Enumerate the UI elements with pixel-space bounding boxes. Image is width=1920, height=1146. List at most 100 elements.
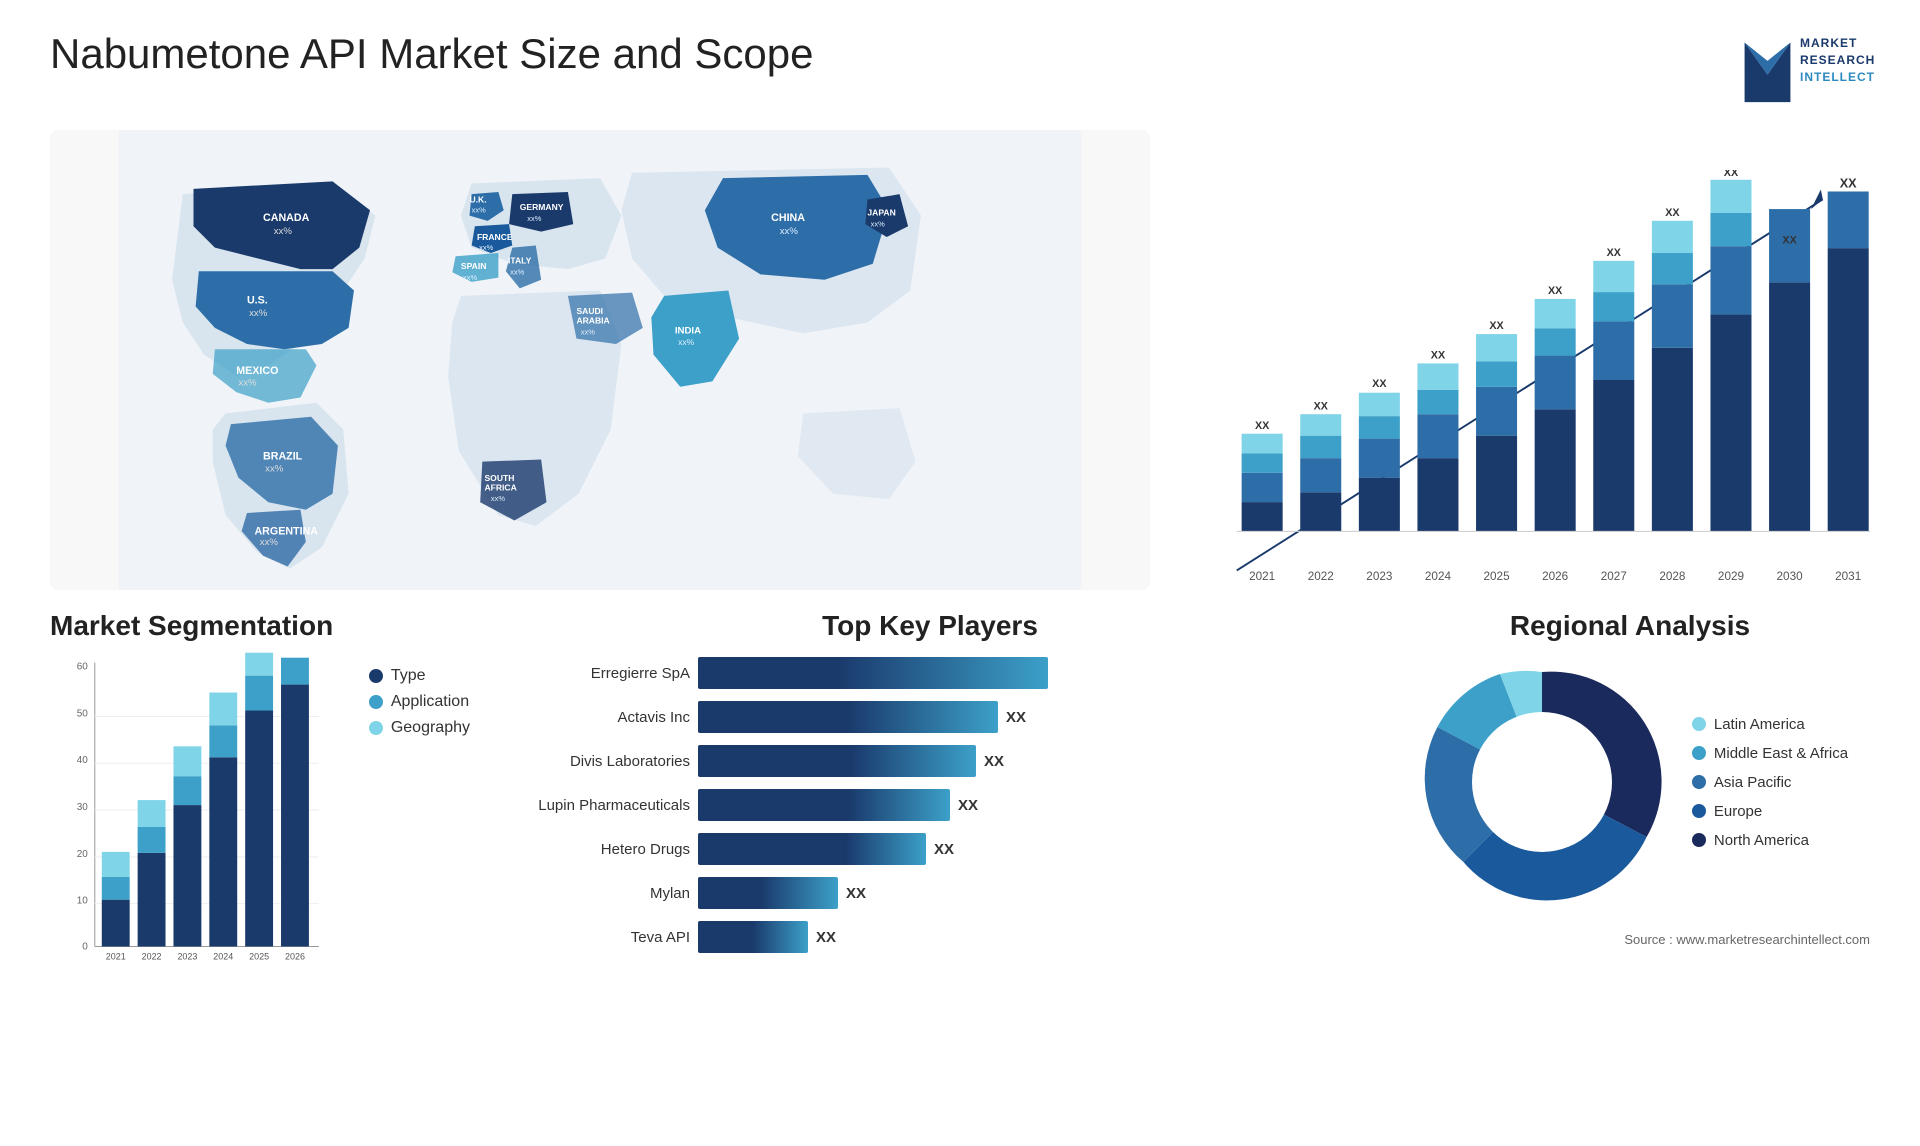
player-bar-teva: [698, 921, 808, 953]
year-2030: 2030: [1777, 570, 1804, 583]
player-bar-lupin: [698, 789, 950, 821]
year-2024: 2024: [1425, 570, 1452, 583]
legend-asia: Asia Pacific: [1692, 774, 1848, 791]
mexico-label: MEXICO: [236, 365, 278, 377]
brazil-label: BRAZIL: [263, 450, 303, 462]
player-name-lupin: Lupin Pharmaceuticals: [490, 797, 690, 814]
mea-label: Middle East & Africa: [1714, 745, 1848, 762]
application-label: Application: [391, 693, 469, 711]
player-bar-wrap-lupin: XX: [698, 789, 1370, 821]
europe-label: Europe: [1714, 803, 1762, 820]
bottom-section: Market Segmentation 0 10 20 30 40 50 60: [50, 610, 1870, 1116]
india-label: INDIA: [675, 325, 701, 336]
year-2029: 2029: [1718, 570, 1744, 583]
india-sub: xx%: [678, 337, 695, 347]
player-xx-lupin: XX: [958, 797, 978, 814]
seg-chart: 0 10 20 30 40 50 60: [50, 652, 329, 992]
saudi-label: SAUDI: [576, 306, 603, 316]
seg-year-2021: 2021: [106, 951, 126, 961]
bar-xx-2026: XX: [1548, 285, 1563, 297]
players-container: Top Key Players Erregierre SpA Actavis I…: [490, 610, 1370, 1116]
uk-label: U.K.: [469, 195, 486, 205]
mea-dot: [1692, 746, 1706, 760]
svg-text:40: 40: [77, 755, 89, 766]
player-row-divis: Divis Laboratories XX: [490, 745, 1370, 777]
player-bar-wrap-hetero: XX: [698, 833, 1370, 865]
logo-icon: [1740, 30, 1795, 110]
header: Nabumetone API Market Size and Scope MAR…: [50, 30, 1870, 110]
player-xx-hetero: XX: [934, 841, 954, 858]
southafrica-label: SOUTH: [484, 473, 514, 483]
player-bar-mylan: [698, 877, 838, 909]
seg-legend: Type Application Geography: [369, 667, 470, 737]
svg-text:50: 50: [77, 708, 89, 719]
north-america-label: North America: [1714, 832, 1809, 849]
italy-label: ITALY: [508, 256, 532, 266]
uk-sub: xx%: [472, 205, 486, 214]
year-2027: 2027: [1601, 570, 1627, 583]
geography-label: Geography: [391, 719, 470, 737]
logo-text: MARKET RESEARCH INTELLECT: [1800, 35, 1870, 85]
spain-label: SPAIN: [461, 261, 486, 271]
map-container: CANADA xx% U.S. xx% MEXICO xx% BRAZIL xx…: [50, 130, 1150, 590]
player-row-lupin: Lupin Pharmaceuticals XX: [490, 789, 1370, 821]
year-2025: 2025: [1484, 570, 1511, 583]
seg-year-2026: 2026: [285, 951, 305, 961]
top-section: CANADA xx% U.S. xx% MEXICO xx% BRAZIL xx…: [50, 130, 1870, 590]
seg-legend-application: Application: [369, 693, 470, 711]
player-row-mylan: Mylan XX: [490, 877, 1370, 909]
player-bar-actavis: [698, 701, 998, 733]
bar-xx-2025: XX: [1489, 320, 1504, 332]
brazil-sub: xx%: [265, 463, 284, 474]
china-sub: xx%: [780, 226, 799, 237]
saudi-sub: xx%: [581, 327, 595, 336]
bar-chart-container: XX 2021 XX 2022 XX 2023: [1170, 130, 1870, 590]
player-row-teva: Teva API XX: [490, 921, 1370, 953]
seg-year-2025: 2025: [249, 951, 269, 961]
bar-xx-2031: XX: [1840, 177, 1857, 191]
spain-sub: xx%: [463, 273, 477, 282]
canada-sub: xx%: [274, 226, 293, 237]
type-dot: [369, 669, 383, 683]
regional-title: Regional Analysis: [1390, 610, 1870, 642]
italy-sub: xx%: [510, 267, 524, 276]
year-2031: 2031: [1835, 570, 1861, 583]
segmentation-container: Market Segmentation 0 10 20 30 40 50 60: [50, 610, 470, 1116]
seg-year-2022: 2022: [142, 951, 162, 961]
regional-legend: Latin America Middle East & Africa Asia …: [1692, 716, 1848, 849]
bar-xx-2023: XX: [1372, 378, 1387, 390]
logo-line1: MARKET: [1800, 35, 1870, 52]
asia-label: Asia Pacific: [1714, 774, 1792, 791]
bar-xx-2024: XX: [1431, 350, 1446, 362]
china-label: CHINA: [771, 212, 805, 224]
player-bar-divis: [698, 745, 976, 777]
japan-label: JAPAN: [867, 208, 895, 218]
southafrica-sub: xx%: [491, 494, 505, 503]
player-bar-wrap-erregierre: [698, 657, 1370, 689]
player-name-divis: Divis Laboratories: [490, 753, 690, 770]
player-xx-divis: XX: [984, 753, 1004, 770]
bar-xx-2022: XX: [1314, 400, 1329, 412]
year-2021: 2021: [1249, 570, 1275, 583]
page-title: Nabumetone API Market Size and Scope: [50, 30, 813, 78]
donut-chart: [1412, 652, 1672, 912]
legend-europe: Europe: [1692, 803, 1848, 820]
latin-dot: [1692, 717, 1706, 731]
north-america-dot: [1692, 833, 1706, 847]
germany-sub: xx%: [527, 214, 541, 223]
year-2028: 2028: [1659, 570, 1686, 583]
japan-sub: xx%: [871, 219, 885, 228]
france-label: FRANCE: [477, 232, 513, 242]
bar-xx-2029: XX: [1724, 170, 1739, 179]
player-row-hetero: Hetero Drugs XX: [490, 833, 1370, 865]
latin-label: Latin America: [1714, 716, 1805, 733]
year-2022: 2022: [1308, 570, 1334, 583]
bar-xx-2028: XX: [1665, 207, 1680, 219]
player-name-hetero: Hetero Drugs: [490, 841, 690, 858]
regional-area: Latin America Middle East & Africa Asia …: [1390, 652, 1870, 912]
germany-label: GERMANY: [520, 202, 564, 212]
player-xx-actavis: XX: [1006, 709, 1026, 726]
legend-mea: Middle East & Africa: [1692, 745, 1848, 762]
player-bar-hetero: [698, 833, 926, 865]
svg-text:20: 20: [77, 849, 89, 860]
